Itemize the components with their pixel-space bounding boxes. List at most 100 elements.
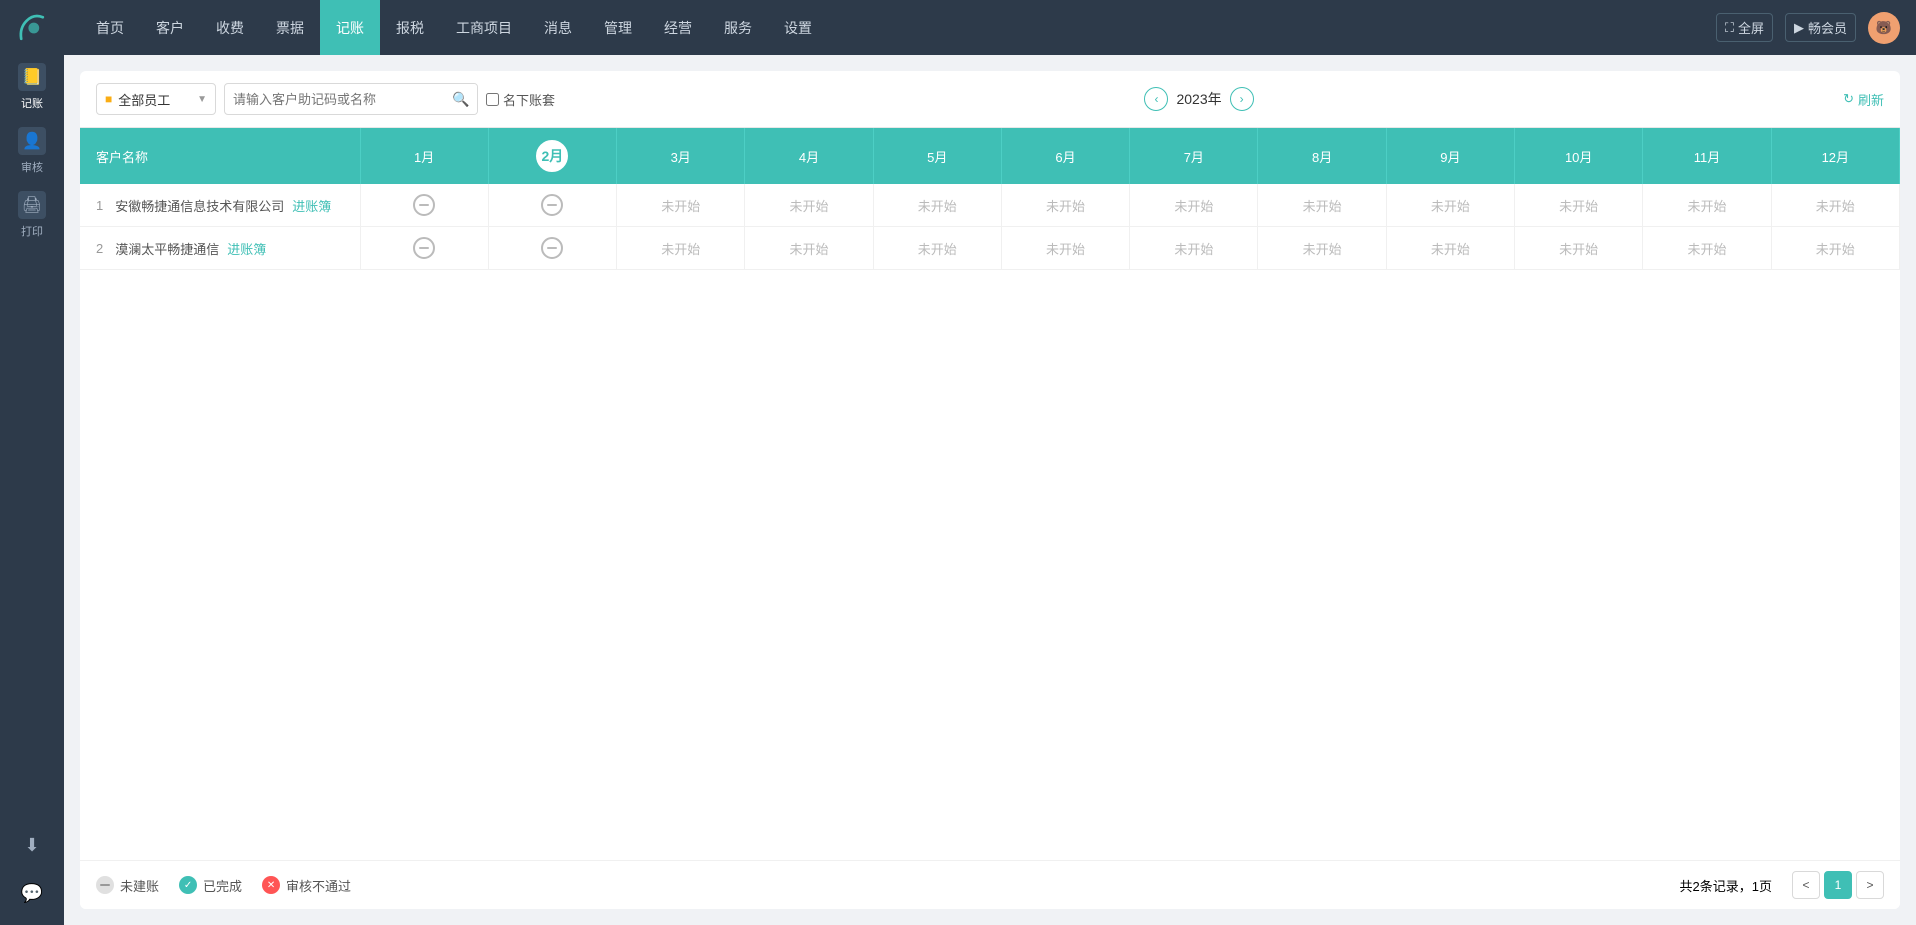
- bookkeeping-table: 客户名称 1月 2月 3月 4月 5月 6月 7月 8月 9月: [80, 128, 1900, 270]
- month-cell-m8[interactable]: 未开始: [1258, 227, 1386, 270]
- month-cell-m12[interactable]: 未开始: [1771, 227, 1899, 270]
- month-cell-m1[interactable]: [360, 184, 488, 227]
- refresh-button[interactable]: ↻ 刷新: [1843, 90, 1884, 109]
- prev-year-button[interactable]: ‹: [1144, 87, 1168, 111]
- employee-select-icon: ■: [105, 92, 112, 106]
- dash-icon: [419, 247, 429, 249]
- month-cell-m5[interactable]: 未开始: [873, 227, 1001, 270]
- not-started-label: 未开始: [1303, 242, 1342, 257]
- completed-icon: ✓: [179, 876, 197, 894]
- month-cell-m4[interactable]: 未开始: [745, 227, 873, 270]
- client-name-content: 1 安徽畅捷通信息技术有限公司 进账簿: [96, 196, 352, 215]
- nav-bookkeeping[interactable]: 记账: [320, 0, 380, 55]
- month-cell-m5[interactable]: 未开始: [873, 184, 1001, 227]
- table-wrap: 客户名称 1月 2月 3月 4月 5月 6月 7月 8月 9月: [80, 128, 1900, 860]
- next-page-button[interactable]: >: [1856, 871, 1884, 899]
- client-number: 1: [96, 198, 103, 213]
- client-name-text: 漠澜太平畅捷通信: [115, 239, 219, 258]
- client-name-cell: 1 安徽畅捷通信息技术有限公司 进账簿: [80, 184, 360, 227]
- nav-service[interactable]: 服务: [708, 0, 768, 55]
- sidebar-item-print[interactable]: 🖨 打印: [0, 183, 64, 247]
- not-built-icon: [96, 876, 114, 894]
- audit-icon: 👤: [18, 127, 46, 155]
- enter-ledger-link[interactable]: 进账簿: [292, 196, 331, 215]
- col-m1: 1月: [360, 128, 488, 184]
- month-cell-m3[interactable]: 未开始: [617, 227, 745, 270]
- month-cell-m4[interactable]: 未开始: [745, 184, 873, 227]
- month-cell-m10[interactable]: 未开始: [1515, 184, 1643, 227]
- nav-operation[interactable]: 经营: [648, 0, 708, 55]
- month-cell-m3[interactable]: 未开始: [617, 184, 745, 227]
- month-cell-m7[interactable]: 未开始: [1130, 184, 1258, 227]
- nav-customer[interactable]: 客户: [140, 0, 200, 55]
- month-cell-m8[interactable]: 未开始: [1258, 184, 1386, 227]
- dash-icon: [547, 247, 557, 249]
- legend-completed-label: 已完成: [203, 876, 242, 895]
- client-name-cell: 2 漠澜太平畅捷通信 进账簿: [80, 227, 360, 270]
- not-started-label: 未开始: [1559, 242, 1598, 257]
- month-cell-m9[interactable]: 未开始: [1386, 227, 1514, 270]
- nav-business[interactable]: 工商项目: [440, 0, 528, 55]
- enter-ledger-link[interactable]: 进账簿: [227, 239, 266, 258]
- search-wrap: 🔍: [224, 83, 478, 115]
- nav-settings[interactable]: 设置: [768, 0, 828, 55]
- client-name-content: 2 漠澜太平畅捷通信 进账簿: [96, 239, 352, 258]
- month-cell-m7[interactable]: 未开始: [1130, 227, 1258, 270]
- not-started-label: 未开始: [1046, 199, 1085, 214]
- search-button[interactable]: 🔍: [445, 83, 477, 115]
- support-icon[interactable]: 💬: [12, 873, 52, 913]
- sidebar-item-audit[interactable]: 👤 审核: [0, 119, 64, 183]
- col-m9: 9月: [1386, 128, 1514, 184]
- mine-checkbox[interactable]: [486, 93, 499, 106]
- month-cell-m11[interactable]: 未开始: [1643, 184, 1771, 227]
- avatar[interactable]: 🐻: [1868, 12, 1900, 44]
- col-client-name: 客户名称: [80, 128, 360, 184]
- toolbar: ■ 全部员工 ▼ 🔍 名下账套 ‹ 2023年 ›: [80, 71, 1900, 128]
- fullscreen-button[interactable]: ⛶ 全屏: [1716, 13, 1773, 42]
- month-cell-m10[interactable]: 未开始: [1515, 227, 1643, 270]
- month-cell-m2[interactable]: [488, 227, 616, 270]
- next-year-button[interactable]: ›: [1230, 87, 1254, 111]
- not-started-label: 未开始: [1559, 199, 1598, 214]
- month-cell-m1[interactable]: [360, 227, 488, 270]
- vip-icon: ▶: [1794, 20, 1804, 36]
- client-name-text: 安徽畅捷通信息技术有限公司: [115, 196, 284, 215]
- month-cell-m6[interactable]: 未开始: [1001, 227, 1129, 270]
- month-cell-m6[interactable]: 未开始: [1001, 184, 1129, 227]
- sidebar: 📒 记账 👤 审核 🖨 打印 ⬇ 💬: [0, 0, 64, 925]
- sidebar-bottom: ⬇ 💬: [12, 825, 52, 925]
- download-icon[interactable]: ⬇: [12, 825, 52, 865]
- legend-rejected: ✕ 审核不通过: [262, 876, 351, 895]
- nav-tax[interactable]: 报税: [380, 0, 440, 55]
- vip-button[interactable]: ▶ 畅会员: [1785, 13, 1856, 42]
- col-m12: 12月: [1771, 128, 1899, 184]
- month-cell-m2[interactable]: [488, 184, 616, 227]
- mine-checkbox-wrap[interactable]: 名下账套: [486, 90, 555, 109]
- nav-management[interactable]: 管理: [588, 0, 648, 55]
- not-started-label: 未开始: [1174, 242, 1213, 257]
- not-started-label: 未开始: [1431, 199, 1470, 214]
- prev-page-button[interactable]: <: [1792, 871, 1820, 899]
- table-row: 1 安徽畅捷通信息技术有限公司 进账簿 未开始未开始未开始未开始未开始未开始未开…: [80, 184, 1900, 227]
- vip-label: 畅会员: [1808, 18, 1847, 37]
- col-m8: 8月: [1258, 128, 1386, 184]
- month-cell-m12[interactable]: 未开始: [1771, 184, 1899, 227]
- status-circle-icon: [541, 237, 563, 259]
- col-m5: 5月: [873, 128, 1001, 184]
- month-cell-m9[interactable]: 未开始: [1386, 184, 1514, 227]
- nav-billing[interactable]: 收费: [200, 0, 260, 55]
- nav-invoice[interactable]: 票据: [260, 0, 320, 55]
- month-cell-m11[interactable]: 未开始: [1643, 227, 1771, 270]
- logo[interactable]: [0, 0, 64, 55]
- nav-home[interactable]: 首页: [80, 0, 140, 55]
- employee-select[interactable]: ■ 全部员工 ▼: [96, 83, 216, 115]
- search-input[interactable]: [225, 92, 445, 107]
- sidebar-item-bookkeeping[interactable]: 📒 记账: [0, 55, 64, 119]
- not-started-label: 未开始: [789, 242, 828, 257]
- employee-select-label: 全部员工: [118, 90, 193, 109]
- page-1-button[interactable]: 1: [1824, 871, 1852, 899]
- not-started-label: 未开始: [1046, 242, 1085, 257]
- nav-message[interactable]: 消息: [528, 0, 588, 55]
- legend-completed: ✓ 已完成: [179, 876, 242, 895]
- not-started-label: 未开始: [1174, 199, 1213, 214]
